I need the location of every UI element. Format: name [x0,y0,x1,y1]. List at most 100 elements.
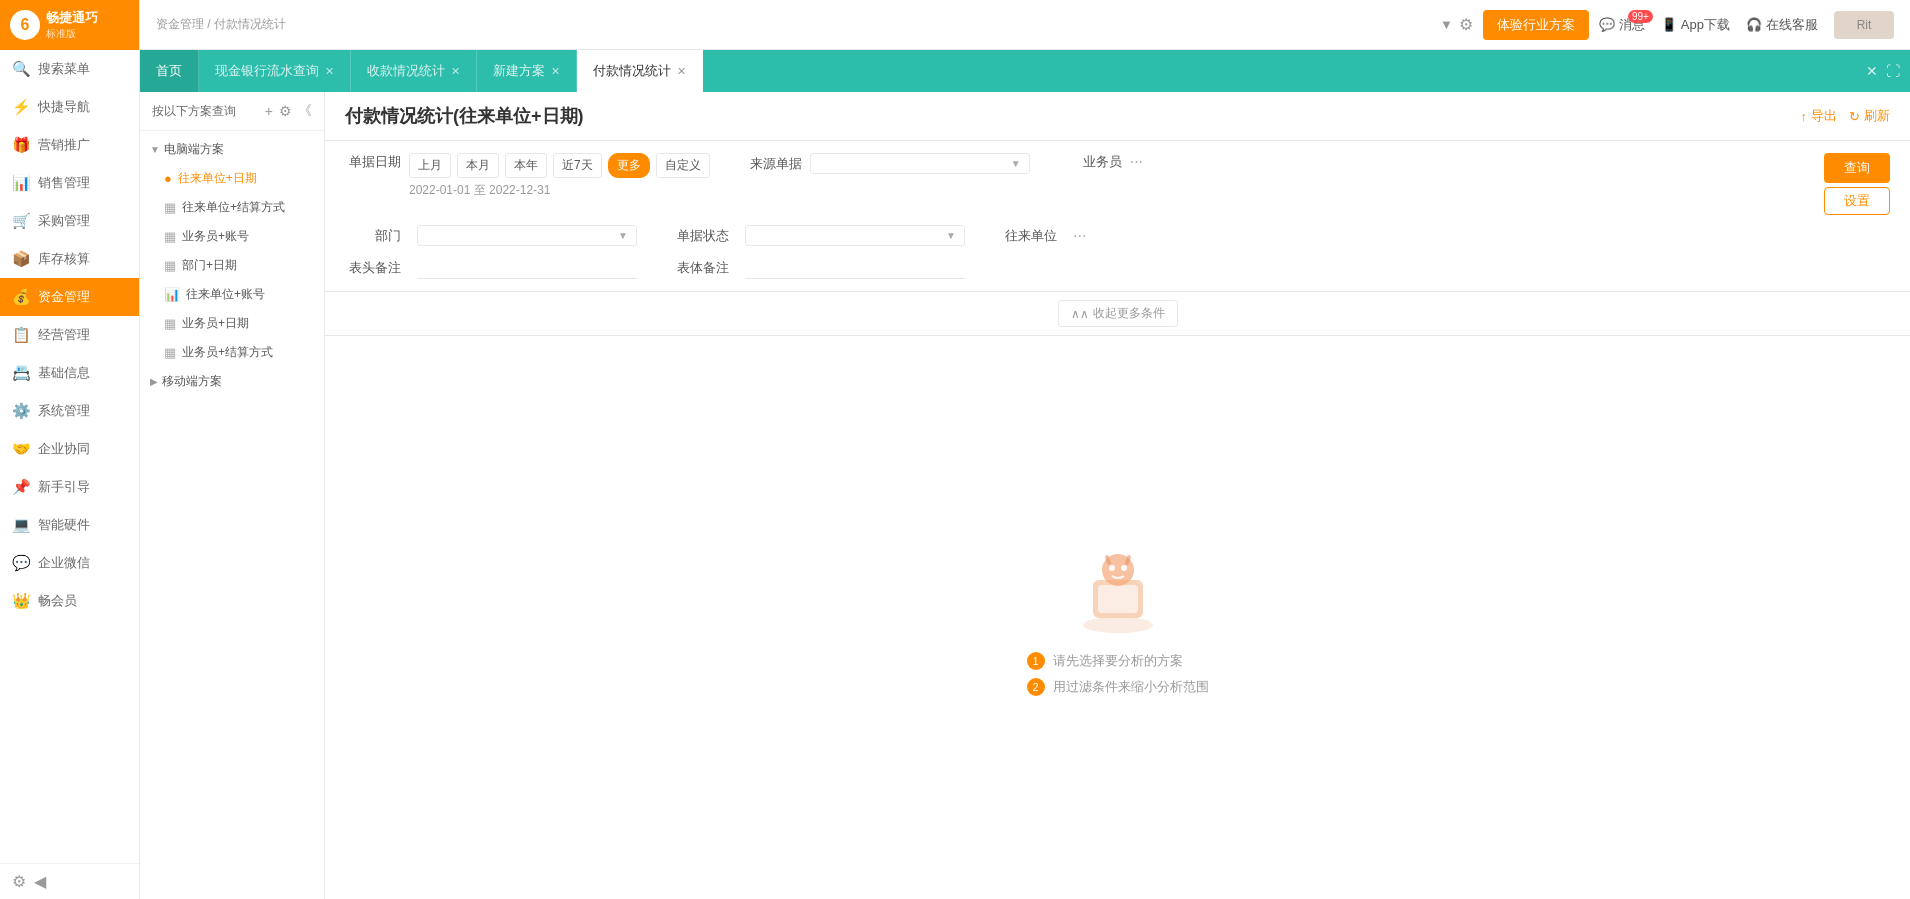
bill-status-arrow-icon: ▼ [946,230,956,241]
collapse-conditions-button[interactable]: ∧∧ 收起更多条件 [1058,300,1178,327]
custom-date-btn[interactable]: 自定义 [656,153,710,178]
tab-new-scheme[interactable]: 新建方案 ✕ [477,50,577,92]
partner-select[interactable]: ··· [1073,227,1086,245]
scheme-settings-icon[interactable]: ⚙ [279,103,292,119]
query-button[interactable]: 查询 [1824,153,1890,183]
avatar[interactable]: Rit [1834,11,1894,39]
dept-arrow-icon: ▼ [618,230,628,241]
sidebar-item-inventory[interactable]: 📦库存核算 [0,240,139,278]
nav-label-weixin: 企业微信 [38,554,90,572]
scheme-item-salesman-account[interactable]: ▦业务员+账号 [140,222,324,251]
sidebar-item-weixin[interactable]: 💬 企业微信 [0,544,139,582]
more-dates-btn[interactable]: 更多 [608,153,650,178]
date-filter-label: 单据日期 [345,153,401,171]
dept-select[interactable]: ▼ [417,225,637,246]
bill-status-select[interactable]: ▼ [745,225,965,246]
body-note-input[interactable] [745,256,965,279]
sidebar-item-sales[interactable]: 📊销售管理 [0,164,139,202]
service-icon: 🎧 [1746,17,1762,32]
refresh-button[interactable]: ↻ 刷新 [1849,107,1890,125]
service-button[interactable]: 🎧 在线客服 [1746,16,1818,34]
collapse-bar: ∧∧ 收起更多条件 [325,292,1910,336]
download-button[interactable]: 📱 App下载 [1661,16,1730,34]
scheme-group-title-mobile[interactable]: ▶移动端方案 [140,367,324,396]
salesman-select[interactable]: ··· [1130,153,1143,171]
right-content: 付款情况统计(往来单位+日期) ↑ 导出 ↻ 刷新 [325,92,1910,899]
header-note-input[interactable] [417,256,637,279]
tab-close-new-scheme-icon[interactable]: ✕ [551,65,560,78]
this-month-btn[interactable]: 本月 [457,153,499,178]
sidebar-item-search[interactable]: 🔍搜索菜单 [0,50,139,88]
collapse-sidebar-icon[interactable]: ◀ [34,872,46,891]
svg-rect-2 [1098,585,1138,613]
dropdown-arrow-icon[interactable]: ▼ [1440,17,1453,32]
setting-button[interactable]: 设置 [1824,187,1890,215]
scheme-item-salesman-settle[interactable]: ▦业务员+结算方式 [140,338,324,367]
scheme-item-dept-date[interactable]: ▦部门+日期 [140,251,324,280]
collapse-scheme-icon[interactable]: 《 [298,102,312,120]
sidebar-item-sys-admin[interactable]: ⚙️系统管理 [0,392,139,430]
add-scheme-icon[interactable]: + [265,103,273,119]
group-label-mobile: 移动端方案 [162,373,222,390]
tab-close-receivable-icon[interactable]: ✕ [451,65,460,78]
nav-icon-weixin: 💬 [12,554,30,572]
date-buttons: 上月 本月 本年 近7天 更多 自定义 [409,153,710,178]
tab-close-bank-flow-icon[interactable]: ✕ [325,65,334,78]
sidebar-nav: 🔍搜索菜单⚡快捷导航🎁营销推广📊销售管理🛒采购管理📦库存核算💰资金管理 📋 经营管理… [0,50,139,863]
scheme-panel: 按以下方案查询 + ⚙ 《 ▼电脑端方案●往来单位+日期▦往来单位+结算方式▦业… [140,92,325,899]
message-icon: 💬 [1599,17,1615,32]
sidebar-item-basic-info[interactable]: 📇基础信息 [0,354,139,392]
tab-home[interactable]: 首页 [140,50,199,92]
sidebar-item-marketing[interactable]: 🎁营销推广 [0,126,139,164]
sidebar-item-enterprise[interactable]: 🤝企业协同 [0,430,139,468]
message-button[interactable]: 💬 消息 99+ [1599,16,1645,34]
tab-label-bank-flow: 现金银行流水查询 [215,62,319,80]
scheme-item-partner-account[interactable]: 📊往来单位+账号 [140,280,324,309]
sidebar-item-operation[interactable]: 📋 经营管理 [0,316,139,354]
sidebar-item-guide[interactable]: 📌新手引导 [0,468,139,506]
settings-icon[interactable]: ⚙ [12,872,26,891]
breadcrumb: 资金管理 / 付款情况统计 [156,16,1430,33]
tip-text-1: 请先选择要分析的方案 [1053,652,1183,670]
header-note-label: 表头备注 [345,259,401,277]
expand-tab-icon[interactable]: ⛶ [1886,63,1900,79]
export-button[interactable]: ↑ 导出 [1801,107,1838,125]
page-title-bar: 付款情况统计(往来单位+日期) ↑ 导出 ↻ 刷新 [325,92,1910,141]
sidebar-item-finance[interactable]: 💰资金管理 [0,278,139,316]
service-label: 在线客服 [1766,16,1818,34]
trial-button[interactable]: 体验行业方案 [1483,10,1589,40]
nav-label-basic-info: 基础信息 [38,364,90,382]
last-month-btn[interactable]: 上月 [409,153,451,178]
tab-receivable[interactable]: 收款情况统计✕ [351,50,477,92]
nav-label-vip: 畅会员 [38,592,77,610]
body-note-label: 表体备注 [673,259,729,277]
nav-icon-operation: 📋 [12,326,30,344]
nav-label-operation: 经营管理 [38,326,90,344]
scheme-item-partner-date[interactable]: ●往来单位+日期 [140,164,324,193]
last-7days-btn[interactable]: 近7天 [553,153,602,178]
scheme-item-salesman-date[interactable]: ▦业务员+日期 [140,309,324,338]
tab-payable[interactable]: 付款情况统计✕ [577,50,703,92]
nav-icon-sales: 📊 [12,174,30,192]
source-bill-select[interactable]: ▼ [810,153,1030,174]
export-icon: ↑ [1801,109,1808,124]
sidebar-item-quick-nav[interactable]: ⚡快捷导航 [0,88,139,126]
source-bill-arrow-icon: ▼ [1011,158,1021,169]
sidebar-item-purchase[interactable]: 🛒采购管理 [0,202,139,240]
source-bill-label: 来源单据 [746,155,802,173]
scheme-group-title-desktop[interactable]: ▼电脑端方案 [140,135,324,164]
gear-icon[interactable]: ⚙ [1459,15,1473,34]
sidebar-logo: 6 畅捷通巧 标准版 [0,0,139,50]
tab-bank-flow[interactable]: 现金银行流水查询 ✕ [199,50,351,92]
tab-close-payable-icon[interactable]: ✕ [677,65,686,78]
dept-filter-label: 部门 [345,227,401,245]
sidebar-item-hardware[interactable]: 💻智能硬件 [0,506,139,544]
scheme-item-icon-salesman-account: ▦ [164,229,176,244]
this-year-btn[interactable]: 本年 [505,153,547,178]
nav-icon-finance: 💰 [12,288,30,306]
close-tab-icon[interactable]: ✕ [1866,63,1878,79]
sidebar-item-vip[interactable]: 👑畅会员 [0,582,139,620]
scheme-item-partner-settle[interactable]: ▦往来单位+结算方式 [140,193,324,222]
tab-label-new-scheme: 新建方案 [493,62,545,80]
nav-label-marketing: 营销推广 [38,136,90,154]
